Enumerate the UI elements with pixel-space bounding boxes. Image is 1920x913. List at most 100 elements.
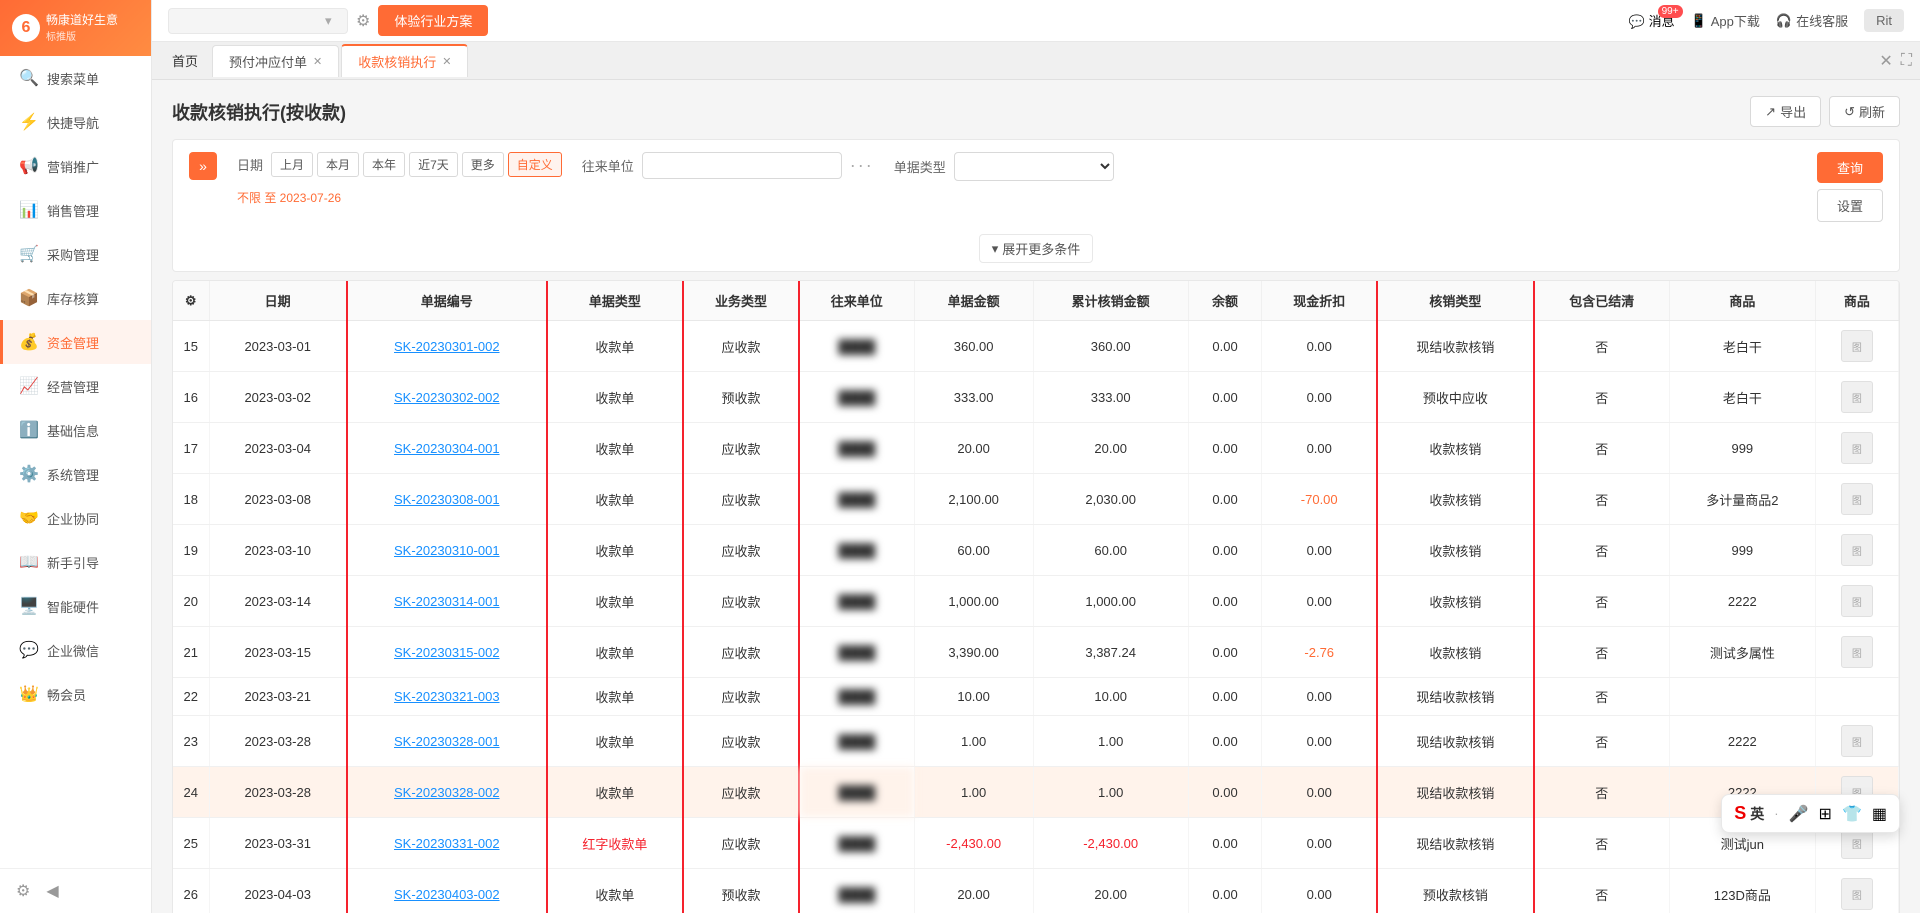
ime-mic-icon[interactable]: 🎤	[1789, 804, 1809, 824]
sidebar-label-nav: 快捷导航	[47, 113, 99, 132]
td-product2: 图	[1815, 525, 1898, 576]
td-counterparty: ████	[799, 525, 914, 576]
vip-icon: 👑	[19, 684, 39, 704]
sidebar-label-system: 系统管理	[47, 465, 99, 484]
collapse-icon[interactable]: ◀	[46, 881, 58, 901]
custom-date-btn[interactable]: 自定义	[508, 152, 562, 177]
counterparty-input[interactable]	[642, 152, 842, 179]
td-doc-no[interactable]: SK-20230314-001	[347, 576, 547, 627]
sidebar-item-vip[interactable]: 👑 畅会员	[0, 672, 151, 716]
sidebar-item-search[interactable]: 🔍 搜索菜单	[0, 56, 151, 100]
topbar-gear-icon[interactable]: ⚙	[356, 11, 370, 31]
td-product2: 图	[1815, 716, 1898, 767]
last-7days-btn[interactable]: 近7天	[409, 152, 458, 177]
this-year-btn[interactable]: 本年	[363, 152, 405, 177]
sidebar-item-purchase[interactable]: 🛒 采购管理	[0, 232, 151, 276]
td-amount: -2,430.00	[914, 818, 1033, 869]
th-product1: 商品	[1669, 281, 1815, 321]
ime-apps-icon[interactable]: ▦	[1872, 804, 1887, 824]
td-biz-type: 应收款	[683, 423, 799, 474]
this-month-btn[interactable]: 本月	[317, 152, 359, 177]
sidebar-item-sales[interactable]: 📊 销售管理	[0, 188, 151, 232]
settings-icon[interactable]: ⚙	[16, 881, 30, 901]
td-included: 否	[1534, 423, 1670, 474]
search-input[interactable]	[179, 14, 319, 28]
tab-home[interactable]: 首页	[160, 45, 210, 76]
td-product1: 123D商品	[1669, 869, 1815, 913]
sidebar: 6 畅康道好生意 标推版 🔍 搜索菜单 ⚡ 快捷导航 📢 营销推广 📊 销售管理…	[0, 0, 152, 913]
doc-type-select[interactable]	[954, 152, 1114, 181]
sidebar-label-marketing: 营销推广	[47, 157, 99, 176]
sidebar-item-nav[interactable]: ⚡ 快捷导航	[0, 100, 151, 144]
td-doc-no[interactable]: SK-20230304-001	[347, 423, 547, 474]
td-doc-no[interactable]: SK-20230315-002	[347, 627, 547, 678]
td-no: 19	[173, 525, 209, 576]
sidebar-item-operation[interactable]: 📈 经营管理	[0, 364, 151, 408]
td-counterparty: ████	[799, 576, 914, 627]
td-amount: 360.00	[914, 321, 1033, 372]
ime-shirt-icon[interactable]: 👕	[1842, 804, 1862, 824]
td-cumulative: 20.00	[1033, 423, 1188, 474]
tab-collection[interactable]: 收款核销执行 ✕	[341, 44, 468, 77]
sidebar-item-marketing[interactable]: 📢 营销推广	[0, 144, 151, 188]
td-cancel-type: 收款核销	[1377, 627, 1534, 678]
td-balance: 0.00	[1188, 818, 1262, 869]
notification-icon[interactable]: 💬 消息 99+	[1629, 11, 1675, 30]
td-amount: 10.00	[914, 678, 1033, 716]
th-settings[interactable]: ⚙	[173, 281, 209, 321]
sidebar-item-guide[interactable]: 📖 新手引导	[0, 540, 151, 584]
solution-button[interactable]: 体验行业方案	[378, 5, 488, 36]
td-product1: 老白干	[1669, 372, 1815, 423]
sidebar-item-wechat[interactable]: 💬 企业微信	[0, 628, 151, 672]
sidebar-item-finance[interactable]: 💰 资金管理	[0, 320, 151, 364]
online-service-link[interactable]: 🎧 在线客服	[1776, 11, 1848, 30]
filter-expand-btn[interactable]: »	[189, 152, 217, 180]
td-no: 17	[173, 423, 209, 474]
tab-collection-close[interactable]: ✕	[442, 55, 451, 68]
settings-button[interactable]: 设置	[1817, 189, 1883, 222]
user-avatar[interactable]: Rit	[1864, 9, 1904, 32]
tab-maximize-button[interactable]: ⛶	[1901, 51, 1912, 71]
td-doc-no[interactable]: SK-20230331-002	[347, 818, 547, 869]
counterparty-more-icon[interactable]: ···	[850, 155, 874, 176]
sidebar-item-base[interactable]: ℹ️ 基础信息	[0, 408, 151, 452]
guide-icon: 📖	[19, 552, 39, 572]
td-doc-no[interactable]: SK-20230302-002	[347, 372, 547, 423]
app-download-link[interactable]: 📱 App下载	[1691, 11, 1760, 30]
expand-conditions-btn[interactable]: ▾ 展开更多条件	[979, 234, 1094, 263]
td-cancel-type: 预收款核销	[1377, 869, 1534, 913]
sidebar-item-inventory[interactable]: 📦 库存核算	[0, 276, 151, 320]
td-doc-no[interactable]: SK-20230301-002	[347, 321, 547, 372]
tab-close-all-button[interactable]: ✕	[1879, 51, 1892, 71]
td-date: 2023-03-28	[209, 716, 347, 767]
td-doc-type: 收款单	[547, 474, 683, 525]
sidebar-item-collab[interactable]: 🤝 企业协同	[0, 496, 151, 540]
td-doc-no[interactable]: SK-20230308-001	[347, 474, 547, 525]
sidebar-item-hardware[interactable]: 🖥️ 智能硬件	[0, 584, 151, 628]
td-doc-no[interactable]: SK-20230403-002	[347, 869, 547, 913]
td-cancel-type: 现结收款核销	[1377, 678, 1534, 716]
sidebar-item-system[interactable]: ⚙️ 系统管理	[0, 452, 151, 496]
tab-prepay-close[interactable]: ✕	[313, 55, 322, 68]
td-included: 否	[1534, 869, 1670, 913]
ime-grid-icon[interactable]: ⊞	[1819, 804, 1832, 824]
td-doc-no[interactable]: SK-20230328-002	[347, 767, 547, 818]
tab-prepay[interactable]: 预付冲应付单 ✕	[212, 45, 339, 77]
export-button[interactable]: ↗ 导出	[1750, 96, 1821, 127]
td-doc-no[interactable]: SK-20230328-001	[347, 716, 547, 767]
refresh-button[interactable]: ↺ 刷新	[1829, 96, 1900, 127]
td-doc-no[interactable]: SK-20230310-001	[347, 525, 547, 576]
td-date: 2023-04-03	[209, 869, 347, 913]
refresh-icon: ↺	[1844, 104, 1855, 120]
query-button[interactable]: 查询	[1817, 152, 1883, 183]
td-cash-discount: -70.00	[1262, 474, 1377, 525]
td-cumulative: 360.00	[1033, 321, 1188, 372]
more-date-btn[interactable]: 更多	[462, 152, 504, 177]
base-icon: ℹ️	[19, 420, 39, 440]
export-icon: ↗	[1765, 104, 1776, 120]
filter-actions: 查询 设置	[1817, 152, 1883, 222]
td-doc-no[interactable]: SK-20230321-003	[347, 678, 547, 716]
td-amount: 60.00	[914, 525, 1033, 576]
td-product1: 老白干	[1669, 321, 1815, 372]
last-month-btn[interactable]: 上月	[271, 152, 313, 177]
